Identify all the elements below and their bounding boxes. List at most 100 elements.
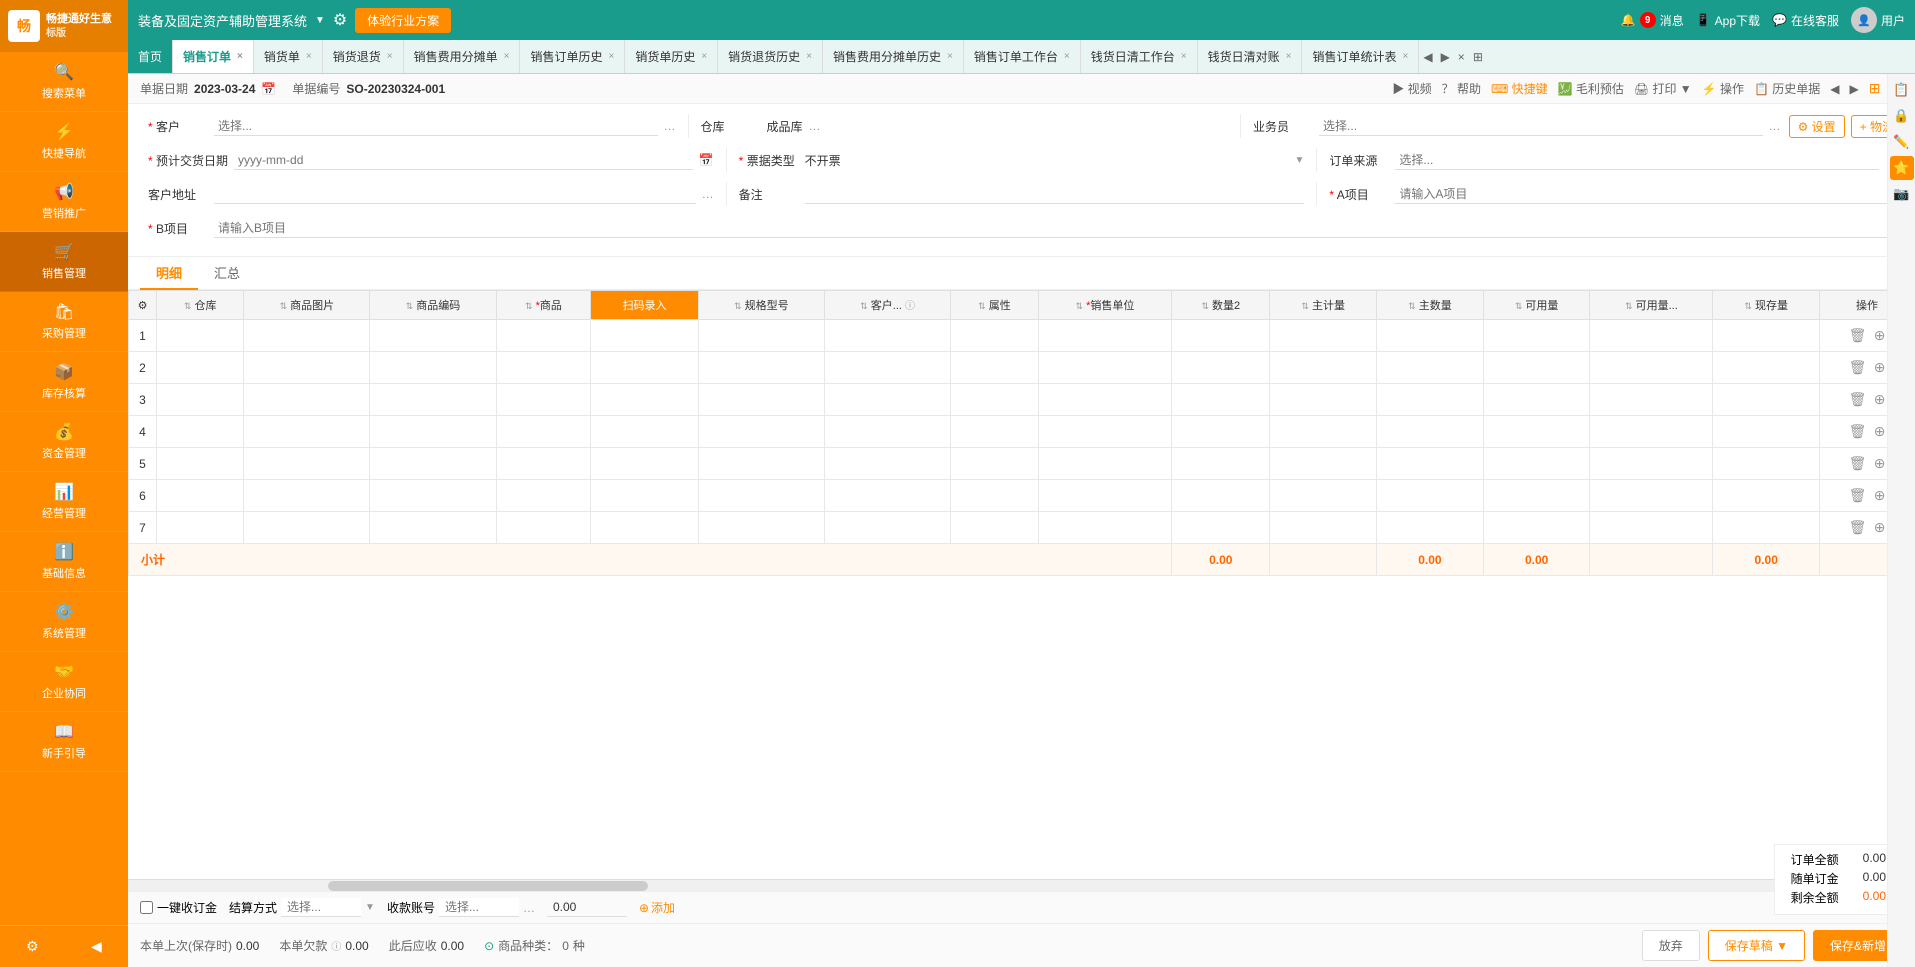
col-settings[interactable]: ⚙ bbox=[129, 291, 157, 320]
row3-goods[interactable] bbox=[496, 384, 591, 416]
row1-image[interactable] bbox=[244, 320, 370, 352]
row6-customer-code[interactable] bbox=[824, 480, 950, 512]
debt-info-icon[interactable]: ⓘ bbox=[331, 938, 341, 953]
row3-unit[interactable] bbox=[1038, 384, 1172, 416]
discard-button[interactable]: 放弃 bbox=[1642, 930, 1700, 961]
sort-main-unit-icon[interactable]: ⇅ bbox=[1301, 301, 1309, 311]
sidebar-item-quick-nav[interactable]: ⚡ 快捷导航 bbox=[0, 112, 128, 172]
row3-scan[interactable] bbox=[591, 384, 698, 416]
collapse-icon[interactable]: ◀ bbox=[87, 934, 106, 959]
tab-next-btn[interactable]: ▶ bbox=[1437, 50, 1454, 64]
user-info[interactable]: 👤 用户 bbox=[1851, 7, 1905, 33]
sidebar-item-guide[interactable]: 📖 新手引导 bbox=[0, 712, 128, 772]
row7-qty2[interactable] bbox=[1172, 512, 1270, 544]
sidebar-item-system[interactable]: ⚙️ 系统管理 bbox=[0, 592, 128, 652]
row1-available2[interactable] bbox=[1590, 320, 1713, 352]
right-panel-edit-icon[interactable]: ✏️ bbox=[1890, 130, 1914, 154]
row6-goods[interactable] bbox=[496, 480, 591, 512]
app-download-btn[interactable]: 📱 App下载 bbox=[1696, 12, 1760, 29]
row3-main-qty[interactable] bbox=[1377, 384, 1484, 416]
sort-available-icon[interactable]: ⇅ bbox=[1515, 301, 1523, 311]
row7-delete-icon[interactable]: 🗑 bbox=[1847, 519, 1869, 535]
row2-attribute[interactable] bbox=[951, 352, 1038, 384]
row1-customer-code[interactable] bbox=[824, 320, 950, 352]
row5-unit[interactable] bbox=[1038, 448, 1172, 480]
row4-scan[interactable] bbox=[591, 416, 698, 448]
address-more-icon[interactable]: … bbox=[702, 187, 714, 201]
row2-main-unit[interactable] bbox=[1270, 352, 1377, 384]
row3-current[interactable] bbox=[1713, 384, 1820, 416]
row3-delete-icon[interactable]: 🗑 bbox=[1847, 391, 1869, 407]
tab-daily-clear-workbench[interactable]: 钱货日清工作台 × bbox=[1081, 40, 1198, 74]
row4-delete-icon[interactable]: 🗑 bbox=[1847, 423, 1869, 439]
row3-customer-code[interactable] bbox=[824, 384, 950, 416]
staff-input[interactable] bbox=[1319, 117, 1763, 136]
row7-goods[interactable] bbox=[496, 512, 591, 544]
row6-scan[interactable] bbox=[591, 480, 698, 512]
tab-sales-order[interactable]: 销售订单 × bbox=[173, 40, 254, 74]
row1-attribute[interactable] bbox=[951, 320, 1038, 352]
row5-customer-code[interactable] bbox=[824, 448, 950, 480]
tab-sales-goods[interactable]: 销货单 × bbox=[254, 40, 323, 74]
row5-scan[interactable] bbox=[591, 448, 698, 480]
tab-close-fee-history[interactable]: × bbox=[947, 51, 953, 62]
row6-delete-icon[interactable]: 🗑 bbox=[1847, 487, 1869, 503]
row6-spec[interactable] bbox=[698, 480, 824, 512]
account-input[interactable] bbox=[439, 898, 519, 917]
row5-delete-icon[interactable]: 🗑 bbox=[1847, 455, 1869, 471]
video-action-btn[interactable]: ▶ 视频 bbox=[1392, 80, 1431, 97]
row6-attribute[interactable] bbox=[951, 480, 1038, 512]
row2-qty2[interactable] bbox=[1172, 352, 1270, 384]
row4-code[interactable] bbox=[370, 416, 496, 448]
settings-bottom-icon[interactable]: ⚙ bbox=[22, 934, 43, 959]
b-project-input[interactable] bbox=[214, 219, 1895, 238]
row5-main-qty[interactable] bbox=[1377, 448, 1484, 480]
shortcut-action-btn[interactable]: ⌨ 快捷键 bbox=[1491, 80, 1548, 97]
sort-current-icon[interactable]: ⇅ bbox=[1744, 301, 1752, 311]
row7-code[interactable] bbox=[370, 512, 496, 544]
row5-spec[interactable] bbox=[698, 448, 824, 480]
row4-main-unit[interactable] bbox=[1270, 416, 1377, 448]
a-project-input[interactable] bbox=[1395, 185, 1895, 204]
row5-main-unit[interactable] bbox=[1270, 448, 1377, 480]
help-action-btn[interactable]: ？ 帮助 bbox=[1442, 80, 1481, 97]
staff-more-icon[interactable]: … bbox=[1769, 119, 1781, 133]
row1-warehouse[interactable] bbox=[157, 320, 244, 352]
right-panel-clipboard-icon[interactable]: 📋 bbox=[1890, 78, 1914, 102]
row2-main-qty[interactable] bbox=[1377, 352, 1484, 384]
sidebar-item-sales[interactable]: 🛒 销售管理 bbox=[0, 232, 128, 292]
row4-customer-code[interactable] bbox=[824, 416, 950, 448]
calendar-icon[interactable]: 📅 bbox=[261, 82, 276, 96]
row5-copy-icon[interactable]: ⊕ bbox=[1872, 455, 1888, 471]
row7-scan[interactable] bbox=[591, 512, 698, 544]
tab-close-sales-return[interactable]: × bbox=[387, 51, 393, 62]
industry-solution-button[interactable]: 体验行业方案 bbox=[355, 8, 451, 33]
tab-close-sales-order[interactable]: × bbox=[237, 51, 243, 62]
row2-unit[interactable] bbox=[1038, 352, 1172, 384]
row7-copy-icon[interactable]: ⊕ bbox=[1872, 519, 1888, 535]
tab-sales-return[interactable]: 销货退货 × bbox=[323, 40, 404, 74]
row4-spec[interactable] bbox=[698, 416, 824, 448]
row6-main-unit[interactable] bbox=[1270, 480, 1377, 512]
settings-icon[interactable]: ⚙ bbox=[138, 300, 148, 312]
sort-available2-icon[interactable]: ⇅ bbox=[1625, 301, 1633, 311]
sort-image-icon[interactable]: ⇅ bbox=[280, 301, 288, 311]
row6-available[interactable] bbox=[1483, 480, 1590, 512]
row4-qty2[interactable] bbox=[1172, 416, 1270, 448]
row7-warehouse[interactable] bbox=[157, 512, 244, 544]
row3-copy-icon[interactable]: ⊕ bbox=[1872, 391, 1888, 407]
row3-code[interactable] bbox=[370, 384, 496, 416]
doc-date-value[interactable]: 2023-03-24 bbox=[194, 82, 255, 96]
row1-main-qty[interactable] bbox=[1377, 320, 1484, 352]
row6-available2[interactable] bbox=[1590, 480, 1713, 512]
row4-warehouse[interactable] bbox=[157, 416, 244, 448]
row3-available2[interactable] bbox=[1590, 384, 1713, 416]
tab-menu-btn[interactable]: × bbox=[1454, 50, 1469, 64]
amount-value[interactable]: 0.00 bbox=[547, 898, 627, 917]
row4-attribute[interactable] bbox=[951, 416, 1038, 448]
row3-available[interactable] bbox=[1483, 384, 1590, 416]
nav-next-icon[interactable]: ▶ bbox=[1849, 82, 1858, 96]
row3-qty2[interactable] bbox=[1172, 384, 1270, 416]
row7-customer-code[interactable] bbox=[824, 512, 950, 544]
row1-spec[interactable] bbox=[698, 320, 824, 352]
